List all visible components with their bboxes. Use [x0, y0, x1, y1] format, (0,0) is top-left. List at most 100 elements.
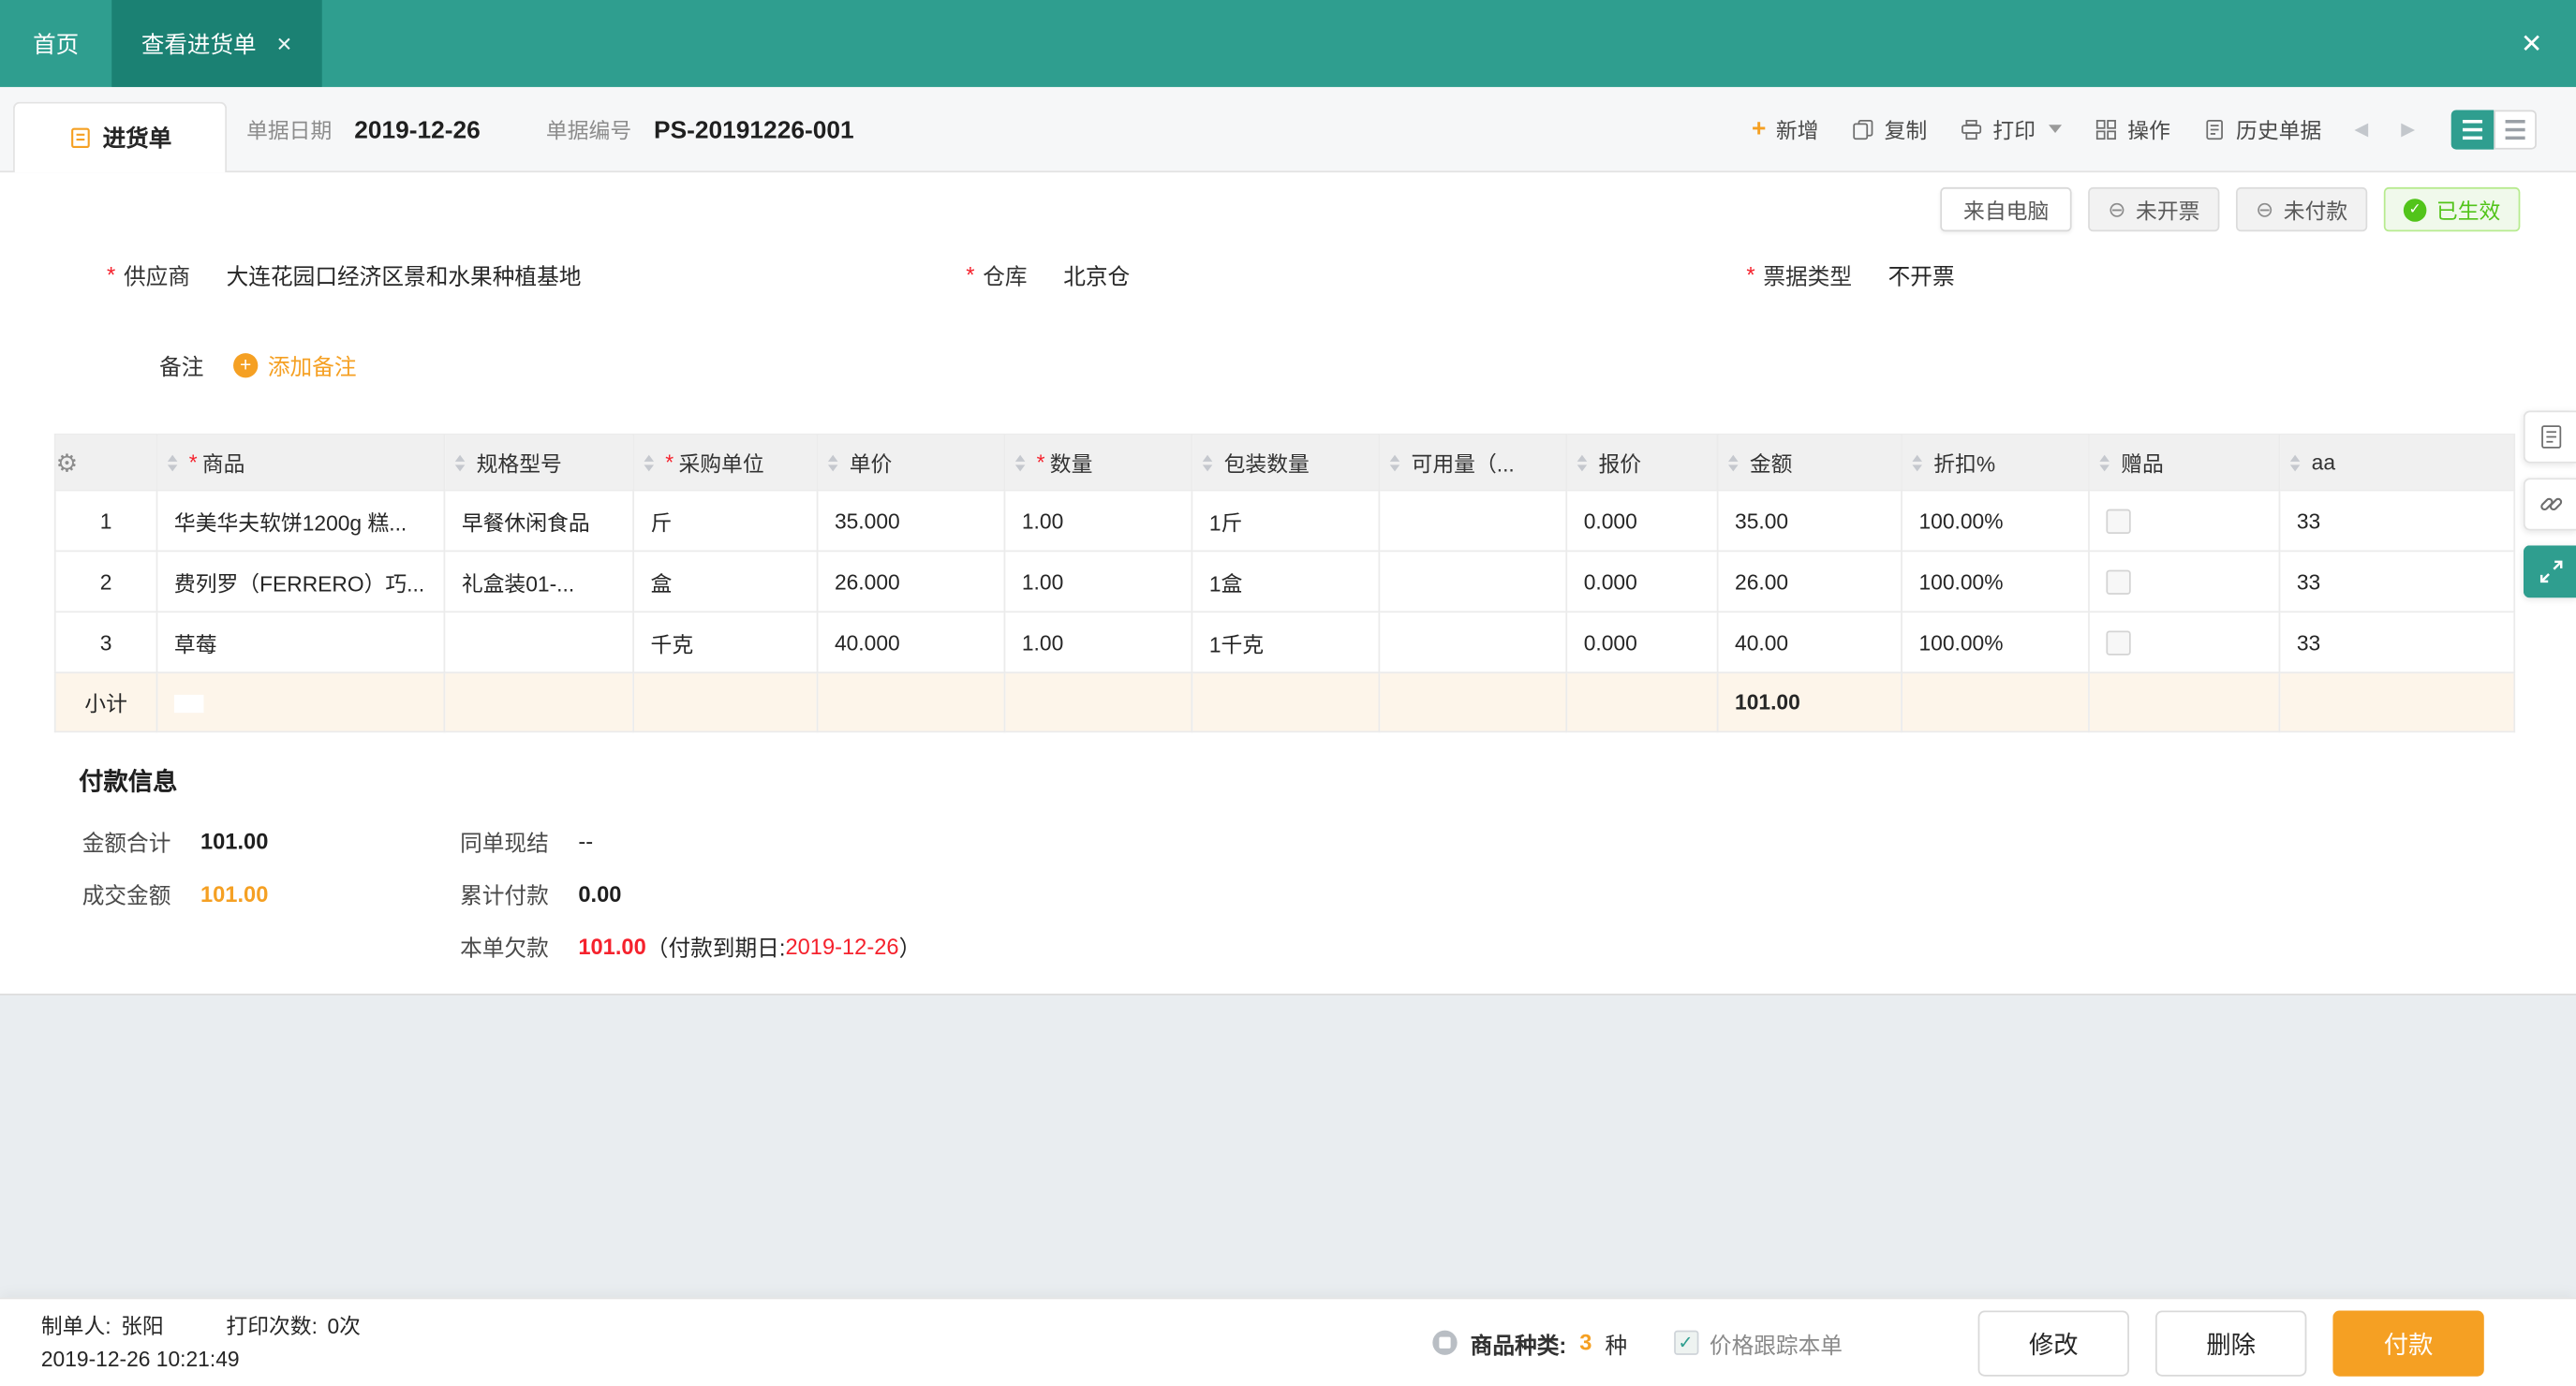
window-close-icon[interactable]: ✕ — [2487, 0, 2576, 87]
sort-icon[interactable] — [2289, 453, 2301, 471]
cell-gift — [2088, 550, 2281, 613]
source-label: 来自电脑 — [1963, 199, 2050, 224]
doc-type-tab[interactable]: 进货单 — [13, 101, 228, 173]
delete-button[interactable]: 删除 — [2155, 1310, 2307, 1377]
copy-button[interactable]: 复制 — [1852, 113, 1927, 144]
operate-button-label: 操作 — [2127, 118, 2170, 143]
list-view-button[interactable] — [2450, 109, 2495, 149]
tab-home[interactable]: 首页 — [0, 0, 111, 87]
column-label: 可用量（... — [1411, 451, 1515, 477]
print-button[interactable]: 打印 — [1960, 113, 2063, 144]
price-track-checkbox[interactable]: ✓ — [1673, 1330, 1698, 1355]
column-header-product[interactable]: * 商品 — [155, 434, 446, 492]
print-count-label: 打印次数: — [226, 1314, 318, 1339]
sort-icon[interactable] — [1014, 453, 1026, 471]
link-icon — [2539, 497, 2562, 511]
column-header-discount[interactable]: 折扣% — [1901, 434, 2090, 492]
prev-page-icon[interactable]: ◀ — [2354, 118, 2368, 140]
sort-icon[interactable] — [454, 453, 466, 471]
chevron-down-icon — [2049, 125, 2063, 134]
column-header-unit[interactable]: * 采购单位 — [632, 434, 819, 492]
column-label: 采购单位 — [678, 451, 764, 477]
category-icon — [1432, 1330, 1458, 1355]
doc-date-value: 2019-12-26 — [354, 116, 481, 145]
tab-close-icon[interactable]: ✕ — [276, 32, 293, 55]
price-track-option: ✓ 价格跟踪本单 — [1673, 1326, 1843, 1359]
gift-checkbox[interactable] — [2106, 569, 2131, 595]
sort-icon[interactable] — [167, 453, 178, 471]
subtotal-row: 小计 101.00 — [53, 671, 2516, 733]
cell-quote: 0.000 — [1565, 550, 1719, 613]
sort-icon[interactable] — [2099, 453, 2110, 471]
gift-checkbox[interactable] — [2106, 509, 2131, 535]
table-header-row: ⚙ * 商品 规格型号 * 采购单位 单价 * 数量 包装数量 可用量（... 报价 … — [53, 434, 2516, 492]
column-header-aa[interactable]: aa — [2278, 434, 2516, 492]
tab-view-order[interactable]: 查看进货单 ✕ — [111, 0, 322, 87]
copy-icon — [1853, 119, 1873, 140]
column-header-spec[interactable]: 规格型号 — [443, 434, 634, 492]
sort-icon[interactable] — [1577, 453, 1588, 471]
add-remark-link[interactable]: + 添加备注 — [233, 348, 357, 381]
payment-settle-value: -- — [578, 828, 594, 854]
sort-icon[interactable] — [1389, 453, 1400, 471]
gift-checkbox[interactable] — [2106, 630, 2131, 656]
source-button[interactable]: 来自电脑 — [1940, 186, 2072, 232]
sort-icon[interactable] — [644, 453, 655, 471]
required-mark: * — [1746, 261, 1755, 288]
card-view-button[interactable] — [2494, 109, 2537, 149]
cell-unit: 盒 — [632, 550, 819, 613]
cell-available — [1378, 550, 1568, 613]
column-label: 单价 — [849, 451, 893, 477]
payment-settle-label: 同单现结 — [460, 831, 549, 856]
subtotal-spacer — [173, 694, 204, 714]
bottom-bar: 制单人: 张阳 打印次数: 0次 2019-12-26 10:21:49 商品种类: … — [0, 1297, 2576, 1386]
column-header-gift[interactable]: 赠品 — [2088, 434, 2281, 492]
sort-icon[interactable] — [1912, 453, 1922, 471]
category-count: 3 — [1579, 1330, 1592, 1355]
link-button[interactable] — [2523, 478, 2576, 531]
next-page-icon[interactable]: ▶ — [2401, 118, 2415, 140]
due-date-value: 2019-12-26 — [785, 934, 899, 959]
column-settings[interactable]: ⚙ — [53, 434, 158, 492]
cell-aa: 33 — [2278, 550, 2516, 613]
cell-price: 26.000 — [816, 550, 1006, 613]
cell-pack-qty: 1千克 — [1191, 611, 1381, 674]
check-circle-icon: ✓ — [2403, 198, 2427, 221]
table-row: 3 草莓 千克 40.000 1.00 1千克 0.000 40.00 100.… — [53, 611, 2516, 674]
expand-button[interactable] — [2523, 545, 2576, 598]
sort-icon[interactable] — [827, 453, 838, 471]
column-header-qty[interactable]: * 数量 — [1003, 434, 1193, 492]
column-label: 商品 — [201, 451, 245, 477]
toolbar-actions: + 新增 复制 打印 操作 历史单据 ◀ ▶ — [1752, 87, 2537, 170]
order-doc-icon — [70, 127, 89, 149]
unpaid-badge: ⊖ 未付款 — [2236, 186, 2368, 232]
cell-spec — [443, 611, 634, 674]
form-icon — [2540, 425, 2561, 449]
operate-icon — [2095, 119, 2116, 140]
supplier-value: 大连花园口经济区景和水果种植基地 — [226, 264, 582, 289]
cell-qty: 1.00 — [1003, 489, 1193, 553]
cell-discount: 100.00% — [1901, 550, 2090, 613]
column-header-available[interactable]: 可用量（... — [1378, 434, 1568, 492]
timestamp: 2019-12-26 10:21:49 — [40, 1347, 240, 1372]
history-button[interactable]: 历史单据 — [2203, 113, 2321, 144]
column-header-pack-qty[interactable]: 包装数量 — [1191, 434, 1381, 492]
row-index: 2 — [53, 550, 158, 613]
column-label: 数量 — [1049, 451, 1093, 477]
cell-price: 35.000 — [816, 489, 1006, 553]
pay-button[interactable]: 付款 — [2332, 1310, 2484, 1377]
form-detail-button[interactable] — [2523, 410, 2576, 464]
sort-icon[interactable] — [1728, 453, 1739, 471]
bill-type-value: 不开票 — [1888, 264, 1955, 289]
column-header-amount[interactable]: 金额 — [1716, 434, 1902, 492]
column-header-price[interactable]: 单价 — [816, 434, 1006, 492]
subtotal-label: 小计 — [53, 671, 158, 733]
due-date-suffix: ） — [898, 936, 922, 961]
column-label: 规格型号 — [476, 451, 562, 477]
column-header-quote[interactable]: 报价 — [1565, 434, 1719, 492]
add-button[interactable]: + 新增 — [1752, 113, 1819, 144]
operate-button[interactable]: 操作 — [2095, 113, 2170, 144]
sort-icon[interactable] — [1202, 453, 1213, 471]
footer-buttons: 修改 删除 付款 — [1977, 1310, 2484, 1377]
modify-button[interactable]: 修改 — [1977, 1310, 2129, 1377]
